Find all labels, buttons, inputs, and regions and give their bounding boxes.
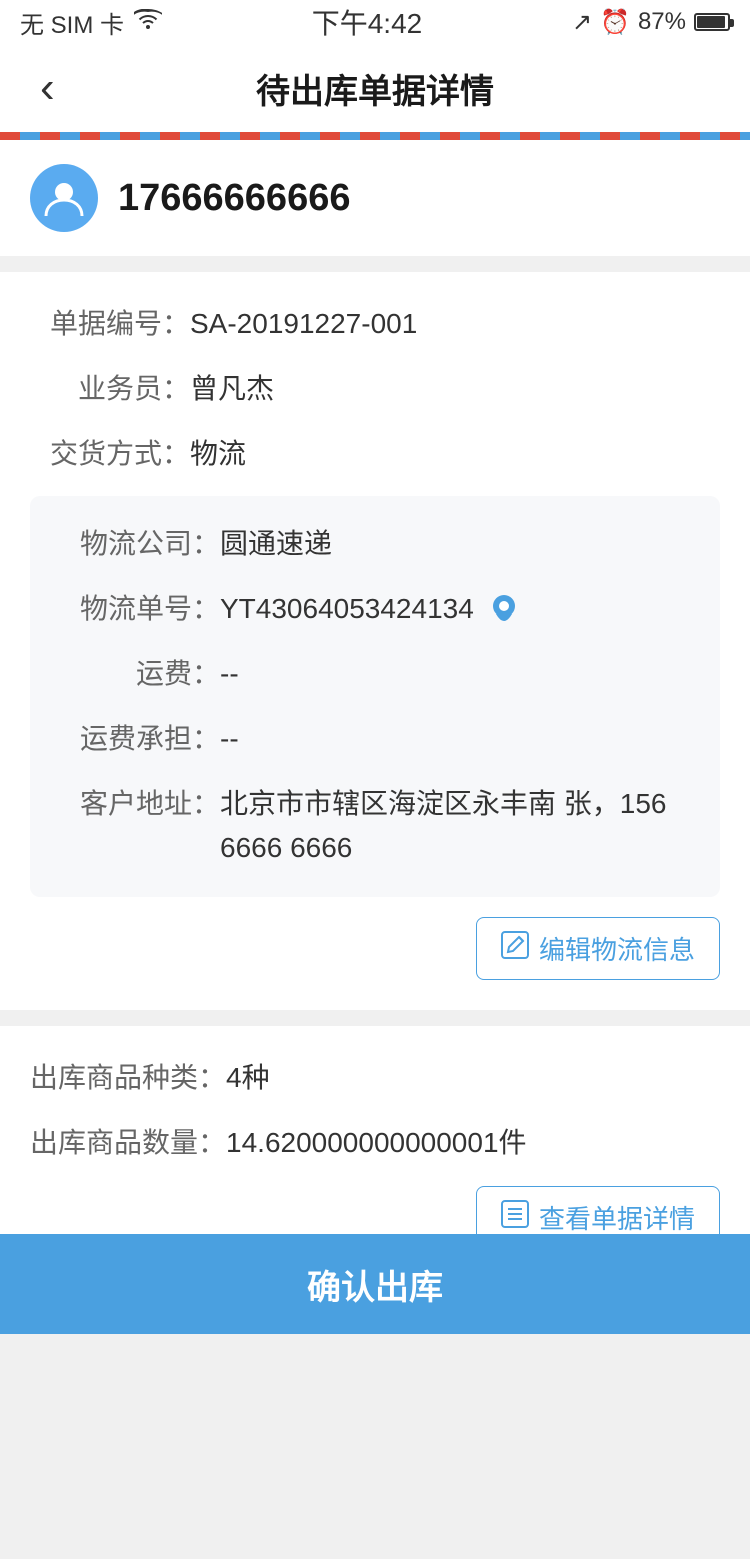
edit-logistics-button[interactable]: 编辑物流信息	[476, 917, 720, 980]
freight-bearer-value: --	[220, 717, 690, 762]
order-no-label: 单据编号：	[30, 302, 190, 347]
view-detail-label: 查看单据详情	[539, 1199, 695, 1236]
types-value: 4种	[226, 1056, 720, 1101]
edit-logistics-label: 编辑物流信息	[539, 930, 695, 967]
delivery-method-row: 交货方式： 物流	[30, 432, 720, 477]
carrier-label: 无 SIM 卡	[20, 5, 124, 40]
freight-label: 运费：	[60, 652, 220, 697]
user-phone: 17666666666	[118, 177, 350, 220]
edit-btn-container: 编辑物流信息	[30, 917, 720, 980]
company-row: 物流公司： 圆通速递	[60, 522, 690, 567]
status-bar: 无 SIM 卡 下午4:42 ↗ ⏰ 87%	[0, 0, 750, 44]
status-left: 无 SIM 卡	[20, 5, 162, 40]
freight-row: 运费： --	[60, 652, 690, 697]
quantity-label: 出库商品数量：	[30, 1121, 226, 1166]
page-title: 待出库单据详情	[256, 64, 494, 113]
location-icon: ↗	[572, 8, 592, 37]
address-value: 北京市市辖区海淀区永丰南 张，156 6666 6666	[220, 782, 690, 872]
status-right: ↗ ⏰ 87%	[572, 8, 730, 37]
order-no-value: SA-20191227-001	[190, 302, 720, 347]
quantity-value: 14.620000000000001件	[226, 1121, 720, 1166]
location-pin-icon[interactable]	[486, 592, 522, 628]
delivery-method-value: 物流	[190, 432, 720, 477]
sales-rep-row: 业务员： 曾凡杰	[30, 367, 720, 412]
list-icon	[501, 1200, 529, 1235]
tracking-no-label: 物流单号：	[60, 587, 220, 632]
dashed-divider	[0, 132, 750, 140]
avatar	[30, 164, 98, 232]
basic-info-section: 单据编号： SA-20191227-001 业务员： 曾凡杰 交货方式： 物流 …	[0, 272, 750, 1010]
delivery-method-label: 交货方式：	[30, 432, 190, 477]
edit-icon	[501, 931, 529, 966]
wifi-icon	[134, 8, 162, 36]
address-label: 客户地址：	[60, 782, 220, 827]
company-value: 圆通速递	[220, 522, 690, 567]
nav-bar: ‹ 待出库单据详情	[0, 44, 750, 132]
logistics-box: 物流公司： 圆通速递 物流单号： YT43064053424134 运费： --…	[30, 496, 720, 897]
freight-bearer-label: 运费承担：	[60, 717, 220, 762]
tracking-no-row: 物流单号： YT43064053424134	[60, 587, 690, 632]
battery-label: 87%	[638, 8, 686, 36]
tracking-no-value: YT43064053424134	[220, 587, 690, 632]
order-no-row: 单据编号： SA-20191227-001	[30, 302, 720, 347]
quantity-row: 出库商品数量： 14.620000000000001件	[30, 1121, 720, 1166]
user-header: 17666666666	[0, 140, 750, 256]
freight-bearer-row: 运费承担： --	[60, 717, 690, 762]
time-label: 下午4:42	[312, 2, 423, 42]
confirm-button[interactable]: 确认出库	[0, 1234, 750, 1334]
types-label: 出库商品种类：	[30, 1056, 226, 1101]
company-label: 物流公司：	[60, 522, 220, 567]
sales-rep-label: 业务员：	[30, 367, 190, 412]
alarm-icon: ⏰	[600, 8, 630, 37]
types-row: 出库商品种类： 4种	[30, 1056, 720, 1101]
battery-icon	[694, 13, 730, 31]
freight-value: --	[220, 652, 690, 697]
back-button[interactable]: ‹	[30, 53, 65, 123]
address-row: 客户地址： 北京市市辖区海淀区永丰南 张，156 6666 6666	[60, 782, 690, 872]
confirm-btn-label: 确认出库	[307, 1260, 443, 1309]
sales-rep-value: 曾凡杰	[190, 367, 720, 412]
